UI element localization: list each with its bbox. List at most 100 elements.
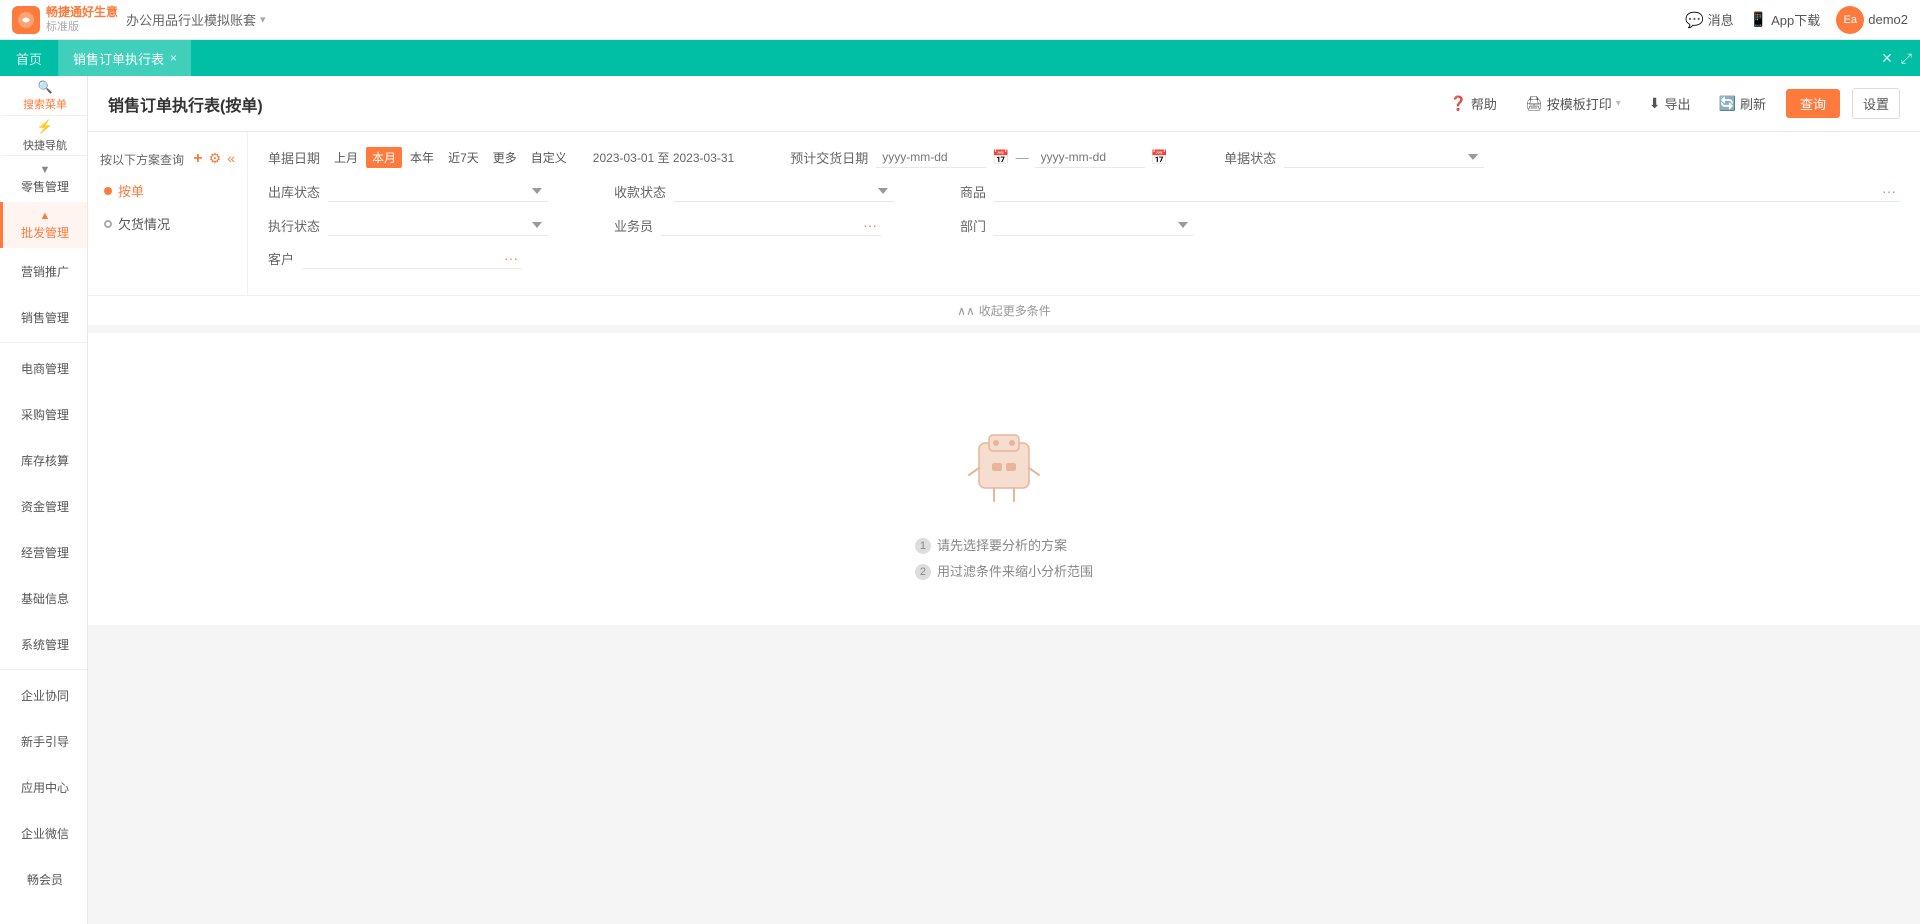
customer-ellipsis-icon[interactable]: ··· (504, 250, 518, 266)
avatar: Ea (1836, 6, 1864, 34)
goods-ellipsis-icon[interactable]: ··· (1882, 183, 1896, 199)
query-button[interactable]: 查询 (1786, 89, 1840, 118)
delivery-select[interactable] (328, 180, 548, 202)
department-label: 部门 (960, 216, 986, 235)
date-tab-last7[interactable]: 近7天 (442, 147, 485, 168)
department-select[interactable] (994, 214, 1194, 236)
filter-salesperson-field: 业务员 ··· (614, 215, 924, 236)
maximize-icon[interactable]: ⤢ (1901, 50, 1912, 67)
collapse-arrow-icon: ∧∧ (957, 304, 975, 318)
scheme-dot-active (104, 187, 112, 195)
filter-department-field: 部门 (960, 214, 1900, 236)
sidebar-item-basic[interactable]: 基础信息 (0, 575, 87, 621)
status-select[interactable] (1284, 146, 1484, 168)
help-icon: ❓ (1449, 95, 1466, 112)
sidebar-item-ecommerce[interactable]: 电商管理 (0, 345, 87, 391)
sidebar-item-system[interactable]: 系统管理 (0, 621, 87, 667)
scheme-collapse-icon[interactable]: « (227, 150, 235, 168)
calendar-end-icon[interactable]: 📅 (1151, 149, 1168, 166)
print-button[interactable]: 🖨 按模板打印 ▾ (1517, 90, 1629, 117)
scheme-item-by-debt[interactable]: 欠货情况 (88, 207, 247, 240)
status-select-wrapper (1284, 146, 1900, 168)
filter-row-1: 单据日期 上月 本月 本年 近7天 更多 自定义 2023-03-0 (268, 146, 1900, 168)
calendar-start-icon[interactable]: 📅 (992, 149, 1009, 166)
goods-input-area[interactable]: ··· (994, 181, 1900, 202)
close-window-icon[interactable]: ✕ (1881, 50, 1893, 67)
scheme-add-icon[interactable]: + (193, 150, 202, 168)
tab-sales-order[interactable]: 销售订单执行表 × (59, 40, 191, 76)
date-tab-custom[interactable]: 自定义 (525, 147, 573, 168)
collapse-button[interactable]: ∧∧ 收起更多条件 (88, 295, 1920, 325)
scheme-item-by-order[interactable]: 按单 (88, 174, 247, 207)
help-button[interactable]: ❓ 帮助 (1441, 90, 1504, 117)
sidebar-item-search[interactable]: 🔍 搜索菜单 (0, 76, 87, 116)
message-icon: 💬 (1685, 11, 1704, 29)
date-range-display: 2023-03-01 至 2023-03-31 (593, 149, 734, 166)
tabbar: 首页 销售订单执行表 × ✕ ⤢ (0, 40, 1920, 76)
date-tab-this-year[interactable]: 本年 (404, 147, 440, 168)
filter-date-field: 单据日期 上月 本月 本年 近7天 更多 自定义 (268, 147, 573, 168)
date-tab-last-month[interactable]: 上月 (328, 147, 364, 168)
sidebar-item-member[interactable]: 畅会员 (0, 856, 87, 902)
app-download-icon: 📱 (1750, 11, 1767, 28)
execution-select[interactable] (328, 214, 548, 236)
sidebar-item-finance[interactable]: 资金管理 (0, 483, 87, 529)
breadcrumb[interactable]: 办公用品行业模拟账套 ▾ (126, 10, 266, 29)
filter-customer-field: 客户 ··· (268, 248, 578, 269)
scheme-dot-icon (104, 220, 112, 228)
scheme-panel: 按以下方案查询 + ⚙ « 按单 欠货情况 (88, 132, 248, 295)
refresh-button[interactable]: 🔄 刷新 (1711, 90, 1774, 117)
tab-home[interactable]: 首页 (0, 40, 59, 76)
customer-input-area[interactable]: ··· (302, 248, 522, 269)
sidebar-item-wholesale[interactable]: ▲ 批发管理 (0, 202, 87, 248)
scheme-header: 按以下方案查询 + ⚙ « (88, 144, 247, 174)
sidebar-item-marketing[interactable]: 营销推广 (0, 248, 87, 294)
sidebar-item-wechat[interactable]: 企业微信 (0, 810, 87, 856)
filter-layout: 按以下方案查询 + ⚙ « 按单 欠货情况 (88, 132, 1920, 295)
date-label: 单据日期 (268, 148, 320, 167)
expected-date-start-input[interactable] (876, 147, 986, 168)
scheme-settings-icon[interactable]: ⚙ (209, 150, 222, 168)
date-tab-more[interactable]: 更多 (487, 147, 523, 168)
quicknav-icon: ⚡ (37, 119, 53, 135)
main-layout: 🔍 搜索菜单 ⚡ 快捷导航 ▼ 零售管理 ▲ 批发管理 营销推广 销售管理 电商… (0, 76, 1920, 924)
empty-tip-2: 2 用过滤条件来缩小分析范围 (915, 559, 1093, 585)
sidebar-item-operations[interactable]: 经营管理 (0, 529, 87, 575)
user-avatar-area[interactable]: Ea demo2 (1836, 6, 1908, 34)
export-button[interactable]: ⬇ 导出 (1641, 90, 1699, 117)
logo-text: 畅捷通好生意 标准版 (46, 5, 118, 34)
salesperson-input-area[interactable]: ··· (661, 215, 881, 236)
topbar: 畅捷通好生意 标准版 办公用品行业模拟账套 ▾ 💬 消息 📱 App下载 Ea … (0, 0, 1920, 40)
sidebar-item-inventory[interactable]: 库存核算 (0, 437, 87, 483)
search-icon: 🔍 (38, 80, 53, 94)
sidebar-item-purchase[interactable]: 采购管理 (0, 391, 87, 437)
expected-date-end-input[interactable] (1035, 147, 1145, 168)
sidebar: 🔍 搜索菜单 ⚡ 快捷导航 ▼ 零售管理 ▲ 批发管理 营销推广 销售管理 电商… (0, 76, 88, 924)
sidebar-item-enterprise[interactable]: 企业协同 (0, 672, 87, 718)
sidebar-item-appstore[interactable]: 应用中心 (0, 764, 87, 810)
sidebar-divider-2 (0, 669, 87, 670)
expected-date-range: 📅 — 📅 (876, 147, 1168, 168)
refresh-icon: 🔄 (1719, 95, 1736, 112)
message-button[interactable]: 💬 消息 (1685, 10, 1734, 29)
app-download-button[interactable]: 📱 App下载 (1750, 10, 1821, 29)
tab-close-icon[interactable]: × (170, 52, 177, 64)
print-icon: 🖨 (1525, 95, 1543, 112)
settings-button[interactable]: 设置 (1852, 88, 1900, 119)
date-tab-current-month[interactable]: 本月 (366, 147, 402, 168)
sidebar-item-sales[interactable]: 销售管理 (0, 294, 87, 340)
topbar-right: 💬 消息 📱 App下载 Ea demo2 (1685, 6, 1908, 34)
expected-date-label: 预计交货日期 (790, 148, 868, 167)
filter-panel: 按以下方案查询 + ⚙ « 按单 欠货情况 (88, 132, 1920, 325)
sidebar-item-newbie[interactable]: 新手引导 (0, 718, 87, 764)
sidebar-item-quicknav[interactable]: ⚡ 快捷导航 (0, 116, 87, 156)
salesperson-ellipsis-icon[interactable]: ··· (863, 217, 877, 233)
collection-select[interactable] (674, 180, 894, 202)
goods-label: 商品 (960, 182, 986, 201)
filter-expected-date-field: 预计交货日期 📅 — 📅 (790, 147, 1168, 168)
topbar-left: 畅捷通好生意 标准版 办公用品行业模拟账套 ▾ (12, 5, 266, 34)
date-sep: — (1016, 150, 1029, 165)
filter-execution-field: 执行状态 (268, 214, 578, 236)
sidebar-item-retail[interactable]: ▼ 零售管理 (0, 156, 87, 202)
logo-area: 畅捷通好生意 标准版 (12, 5, 118, 34)
